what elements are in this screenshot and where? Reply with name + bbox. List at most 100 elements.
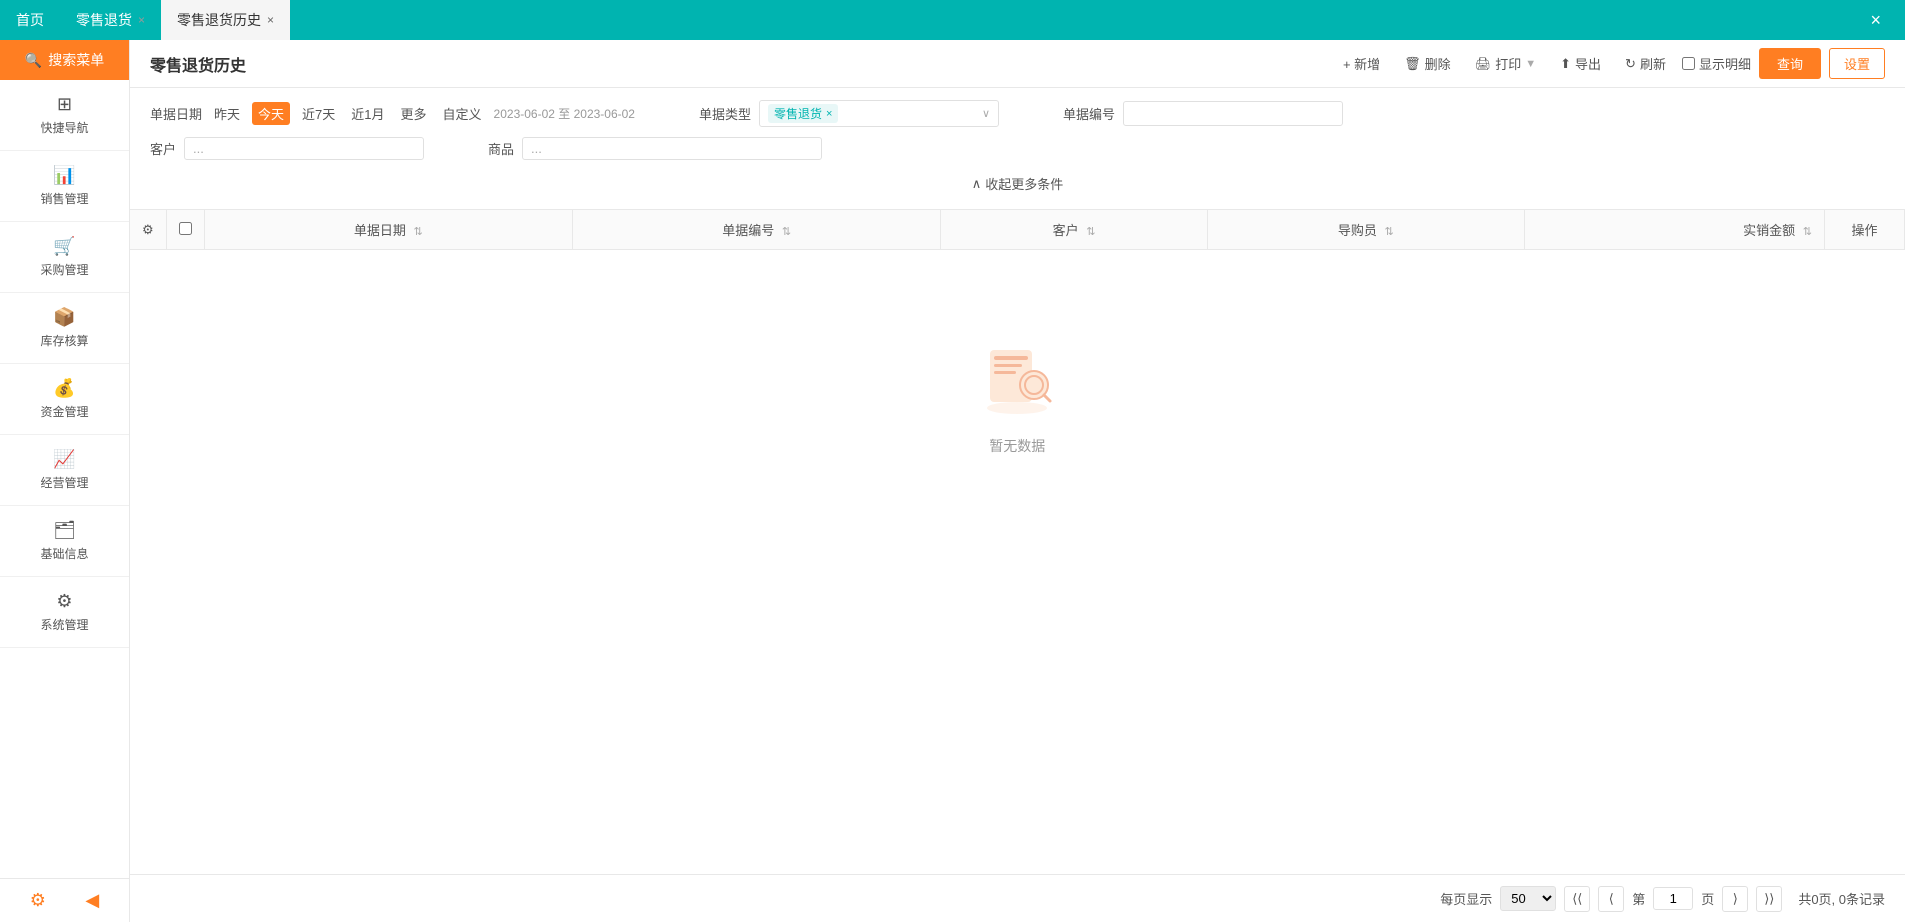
- date-opt-1month[interactable]: 近1月: [347, 102, 388, 125]
- query-button[interactable]: 查询: [1759, 48, 1821, 79]
- sidebar-item-system[interactable]: ⚙ 系统管理: [0, 577, 129, 648]
- search-icon: 🔍: [25, 52, 42, 69]
- date-filter: 单据日期 昨天 今天 近7天 近1月 更多 自定义 2023-06-02 至 2…: [150, 102, 635, 125]
- th-check[interactable]: [166, 210, 204, 250]
- filter-area: 单据日期 昨天 今天 近7天 近1月 更多 自定义 2023-06-02 至 2…: [130, 88, 1905, 210]
- window-close-button[interactable]: ×: [1862, 6, 1889, 35]
- collapse-button[interactable]: ∧ 收起更多条件: [960, 170, 1076, 197]
- empty-state: 暂无数据: [130, 250, 1905, 536]
- date-filter-label: 单据日期: [150, 104, 202, 123]
- customer-filter-input[interactable]: ...: [184, 137, 424, 160]
- th-date[interactable]: 单据日期 ⇅: [204, 210, 572, 250]
- page-next-button[interactable]: ⟩: [1722, 886, 1748, 912]
- customer-filter-label: 客户: [150, 139, 176, 158]
- sidebar-item-label: 系统管理: [40, 616, 88, 633]
- th-amount[interactable]: 实销金额 ⇅: [1525, 210, 1825, 250]
- date-opt-7days[interactable]: 近7天: [298, 102, 339, 125]
- sidebar-item-sales[interactable]: 📊 销售管理: [0, 151, 129, 222]
- type-tag-remove[interactable]: ×: [826, 108, 832, 120]
- add-button[interactable]: + 新增: [1335, 50, 1388, 77]
- page-suffix: 页: [1701, 889, 1714, 908]
- customer-filter: 客户 ...: [150, 137, 424, 160]
- data-table: ⚙ 单据日期 ⇅ 单据编号 ⇅: [130, 210, 1905, 536]
- sidebar-item-inventory[interactable]: 📦 库存核算: [0, 293, 129, 364]
- type-dropdown-icon[interactable]: ∨: [982, 107, 990, 120]
- select-all-checkbox[interactable]: [179, 222, 192, 235]
- top-bar-right: ×: [1862, 6, 1905, 35]
- tab-retail-return-history[interactable]: 零售退货历史 ×: [161, 0, 290, 40]
- type-filter: 单据类型 零售退货 × ∨: [699, 100, 999, 127]
- delete-icon: 🗑: [1404, 56, 1421, 72]
- settings-icon: ⚙: [142, 222, 154, 237]
- customer-sort-icon: ⇅: [1086, 226, 1095, 238]
- page-input[interactable]: [1653, 887, 1693, 910]
- export-icon: ⬆: [1560, 56, 1571, 72]
- quick-nav-icon: ⊞: [57, 94, 72, 115]
- per-page-label: 每页显示: [1440, 889, 1492, 908]
- print-dropdown-icon: ▼: [1525, 58, 1536, 70]
- export-button[interactable]: ⬆ 导出: [1552, 50, 1609, 77]
- collapse-icon: ∧: [972, 176, 982, 192]
- type-filter-label: 单据类型: [699, 104, 751, 123]
- pagination-bar: 每页显示 20 50 100 200 ⟨⟨ ⟨ 第 页 ⟩ ⟩⟩ 共0页, 0条…: [130, 874, 1905, 922]
- page-first-button[interactable]: ⟨⟨: [1564, 886, 1590, 912]
- show-detail-checkbox[interactable]: [1682, 57, 1695, 70]
- sidebar-bottom: ⚙ ◀: [0, 878, 129, 922]
- refresh-icon: ↻: [1625, 56, 1636, 72]
- th-customer[interactable]: 客户 ⇅: [941, 210, 1207, 250]
- page-last-button[interactable]: ⟩⟩: [1756, 886, 1782, 912]
- sidebar-collapse-icon[interactable]: ◀: [85, 890, 99, 911]
- tab-retail-return-history-close[interactable]: ×: [267, 13, 274, 27]
- sidebar-item-basic-info[interactable]: 🗂 基础信息: [0, 506, 129, 577]
- filter-row-2: 客户 ... 商品 ...: [150, 137, 1885, 160]
- collapse-row: ∧ 收起更多条件: [150, 170, 1885, 197]
- tab-retail-return-close[interactable]: ×: [138, 13, 145, 27]
- date-opt-more[interactable]: 更多: [397, 102, 431, 125]
- total-info: 共0页, 0条记录: [1798, 889, 1885, 908]
- goods-filter-input[interactable]: ...: [522, 137, 822, 160]
- refresh-button[interactable]: ↻ 刷新: [1617, 50, 1674, 77]
- tab-retail-return[interactable]: 零售退货 ×: [60, 0, 161, 40]
- page-title: 零售退货历史: [150, 52, 1323, 76]
- date-opt-custom[interactable]: 自定义: [439, 102, 486, 125]
- sidebar-item-label: 销售管理: [40, 190, 88, 207]
- voucher-filter-label: 单据编号: [1063, 104, 1115, 123]
- sales-icon: 📊: [53, 165, 75, 186]
- inventory-icon: 📦: [53, 307, 75, 328]
- sidebar-item-operations[interactable]: 📈 经营管理: [0, 435, 129, 506]
- basic-info-icon: 🗂: [53, 520, 76, 541]
- sidebar-search-label: 搜索菜单: [48, 50, 104, 70]
- setting-button[interactable]: 设置: [1829, 48, 1885, 79]
- type-filter-input[interactable]: 零售退货 × ∨: [759, 100, 999, 127]
- table-body: 暂无数据: [130, 250, 1905, 537]
- sidebar-item-label: 基础信息: [40, 545, 88, 562]
- per-page-select[interactable]: 20 50 100 200: [1500, 886, 1556, 911]
- sidebar-search-button[interactable]: 🔍 搜索菜单: [0, 40, 129, 80]
- finance-icon: 💰: [53, 378, 75, 399]
- voucher-sort-icon: ⇅: [782, 226, 791, 238]
- filter-row-1: 单据日期 昨天 今天 近7天 近1月 更多 自定义 2023-06-02 至 2…: [150, 100, 1885, 127]
- guide-sort-icon: ⇅: [1385, 226, 1394, 238]
- table-header-row: ⚙ 单据日期 ⇅ 单据编号 ⇅: [130, 210, 1905, 250]
- th-voucher[interactable]: 单据编号 ⇅: [573, 210, 941, 250]
- system-icon: ⚙: [56, 591, 72, 612]
- page-header: 零售退货历史 + 新增 🗑 删除 🖨 打印 ▼ ⬆ 导出: [130, 40, 1905, 88]
- print-button[interactable]: 🖨 打印 ▼: [1467, 50, 1544, 77]
- delete-button[interactable]: 🗑 删除: [1396, 50, 1459, 77]
- page-prev-button[interactable]: ⟨: [1598, 886, 1624, 912]
- th-settings[interactable]: ⚙: [130, 210, 166, 250]
- show-detail-toggle[interactable]: 显示明细: [1682, 54, 1751, 73]
- sidebar-settings-icon[interactable]: ⚙: [30, 890, 46, 911]
- sidebar: 🔍 搜索菜单 ⊞ 快捷导航 📊 销售管理 🛒 采购管理 📦 库存核算 💰: [0, 40, 130, 922]
- tab-home[interactable]: 首页: [0, 0, 60, 40]
- voucher-filter: 单据编号: [1063, 101, 1343, 126]
- th-guide[interactable]: 导购员 ⇅: [1207, 210, 1524, 250]
- amount-sort-icon: ⇅: [1803, 226, 1812, 238]
- date-opt-today[interactable]: 今天: [252, 102, 290, 125]
- sidebar-item-finance[interactable]: 💰 资金管理: [0, 364, 129, 435]
- sidebar-item-quick-nav[interactable]: ⊞ 快捷导航: [0, 80, 129, 151]
- voucher-input[interactable]: [1123, 101, 1343, 126]
- sidebar-item-purchase[interactable]: 🛒 采购管理: [0, 222, 129, 293]
- print-icon: 🖨: [1475, 56, 1492, 72]
- date-opt-yesterday[interactable]: 昨天: [210, 102, 244, 125]
